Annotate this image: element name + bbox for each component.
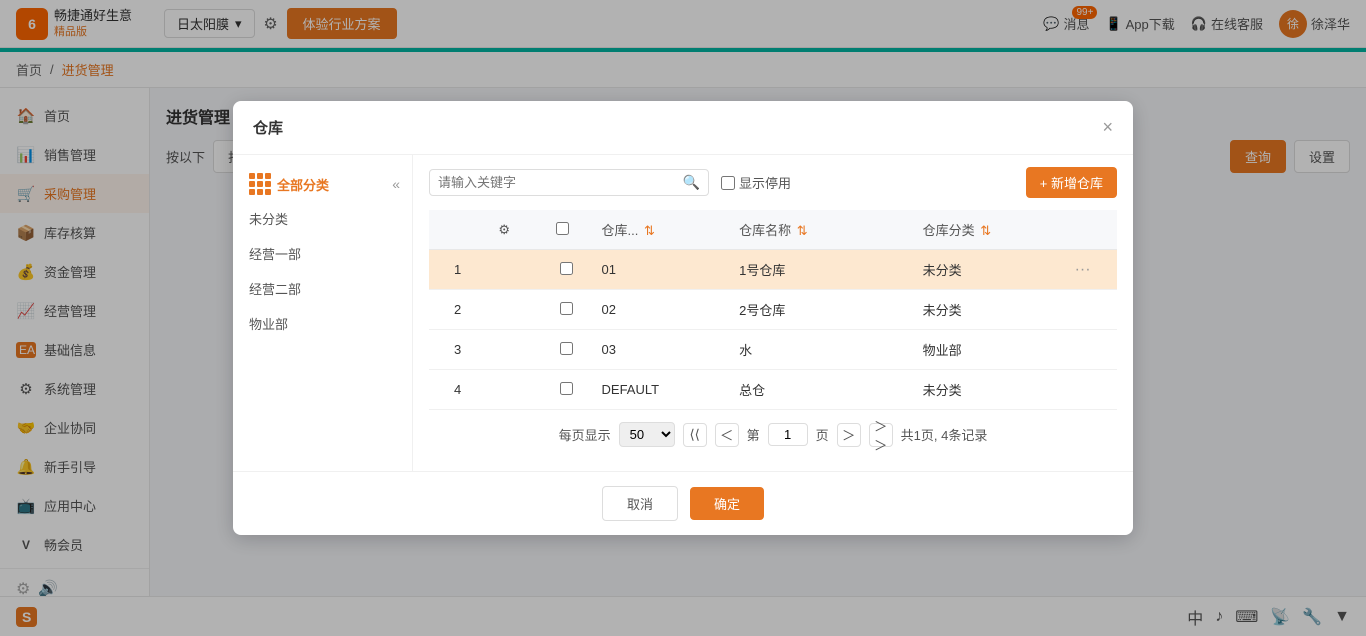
- table-body: 1 01 1号仓库 未分类 ··· 2 02 2号仓库 未分类 3 03 水 物…: [429, 250, 1117, 410]
- cell-action[interactable]: ···: [1048, 250, 1117, 290]
- cell-code: 01: [590, 250, 728, 290]
- category-collapse-button[interactable]: «: [392, 176, 400, 192]
- gear-col-icon: ⚙: [498, 222, 510, 237]
- cell-check[interactable]: [544, 330, 590, 370]
- cell-check[interactable]: [544, 250, 590, 290]
- th-gear: ⚙: [486, 210, 543, 250]
- cell-category: 未分类: [911, 290, 1049, 330]
- modal-header: 仓库 ×: [233, 101, 1133, 155]
- cell-code: 03: [590, 330, 728, 370]
- show-disabled-checkbox[interactable]: [721, 176, 735, 190]
- cell-action[interactable]: [1048, 370, 1117, 410]
- category-dots-icon: [249, 173, 271, 195]
- modal-footer: 取消 确定: [233, 471, 1133, 535]
- first-page-button[interactable]: ⟨⟨: [683, 423, 707, 447]
- category-sidebar: 全部分类 « 未分类 经营一部 经营二部 物业部: [233, 155, 413, 471]
- modal-title: 仓库: [253, 117, 283, 138]
- select-all-checkbox[interactable]: [556, 222, 569, 235]
- th-code[interactable]: 仓库... ⇅: [590, 210, 728, 250]
- th-category[interactable]: 仓库分类 ⇅: [911, 210, 1049, 250]
- last-page-button[interactable]: ＞＞: [869, 423, 893, 447]
- cell-category: 未分类: [911, 370, 1049, 410]
- search-input[interactable]: [438, 175, 683, 190]
- prev-page-button[interactable]: ＜: [715, 423, 739, 447]
- th-check: [544, 210, 590, 250]
- show-disabled-toggle[interactable]: 显示停用: [721, 173, 791, 192]
- cell-name: 2号仓库: [727, 290, 910, 330]
- search-icon: 🔍: [683, 174, 700, 191]
- table-area: 🔍 显示停用 + 新增仓库 ⚙: [413, 155, 1133, 471]
- cell-gear: [486, 370, 543, 410]
- category-item-property[interactable]: 物业部: [233, 306, 412, 341]
- category-item-ops1[interactable]: 经营一部: [233, 236, 412, 271]
- search-box: 🔍: [429, 169, 709, 196]
- table-row[interactable]: 4 DEFAULT 总仓 未分类: [429, 370, 1117, 410]
- cell-category: 物业部: [911, 330, 1049, 370]
- cell-action[interactable]: [1048, 330, 1117, 370]
- cell-seq: 2: [429, 290, 486, 330]
- modal-body: 全部分类 « 未分类 经营一部 经营二部 物业部 🔍: [233, 155, 1133, 471]
- cancel-button[interactable]: 取消: [602, 486, 678, 521]
- cell-name: 1号仓库: [727, 250, 910, 290]
- page-input[interactable]: [768, 423, 808, 446]
- table-row[interactable]: 1 01 1号仓库 未分类 ···: [429, 250, 1117, 290]
- sort-name-icon: ⇅: [797, 223, 808, 238]
- cell-gear: [486, 330, 543, 370]
- category-item-ops2[interactable]: 经营二部: [233, 271, 412, 306]
- th-name[interactable]: 仓库名称 ⇅: [727, 210, 910, 250]
- table-row[interactable]: 2 02 2号仓库 未分类: [429, 290, 1117, 330]
- cell-name: 总仓: [727, 370, 910, 410]
- cell-gear: [486, 250, 543, 290]
- cell-seq: 3: [429, 330, 486, 370]
- sort-cat-icon: ⇅: [980, 223, 991, 238]
- next-page-button[interactable]: ＞: [837, 423, 861, 447]
- th-seq: [429, 210, 486, 250]
- category-title[interactable]: 全部分类: [249, 173, 329, 195]
- cell-check[interactable]: [544, 290, 590, 330]
- cell-action[interactable]: [1048, 290, 1117, 330]
- category-item-unclassified[interactable]: 未分类: [233, 201, 412, 236]
- cell-code: DEFAULT: [590, 370, 728, 410]
- add-warehouse-button[interactable]: + 新增仓库: [1026, 167, 1117, 198]
- cell-seq: 1: [429, 250, 486, 290]
- per-page-select[interactable]: 501020100: [619, 422, 675, 447]
- confirm-button[interactable]: 确定: [690, 487, 764, 520]
- table-header: ⚙ 仓库... ⇅ 仓库名称: [429, 210, 1117, 250]
- modal-overlay[interactable]: 仓库 × 全部分类 « 未分类 经营一部: [0, 0, 1366, 636]
- cell-check[interactable]: [544, 370, 590, 410]
- warehouse-modal: 仓库 × 全部分类 « 未分类 经营一部: [233, 101, 1133, 535]
- sort-code-icon: ⇅: [644, 223, 655, 238]
- table-container: ⚙ 仓库... ⇅ 仓库名称: [429, 210, 1117, 410]
- modal-close-button[interactable]: ×: [1102, 117, 1113, 138]
- cell-gear: [486, 290, 543, 330]
- category-header: 全部分类 «: [233, 167, 412, 201]
- cell-category: 未分类: [911, 250, 1049, 290]
- cell-seq: 4: [429, 370, 486, 410]
- table-toolbar: 🔍 显示停用 + 新增仓库: [429, 167, 1117, 198]
- table-row[interactable]: 3 03 水 物业部: [429, 330, 1117, 370]
- pagination: 每页显示 501020100 ⟨⟨ ＜ 第 页 ＞ ＞＞ 共1页, 4条记录: [429, 410, 1117, 459]
- cell-name: 水: [727, 330, 910, 370]
- cell-code: 02: [590, 290, 728, 330]
- warehouse-table: ⚙ 仓库... ⇅ 仓库名称: [429, 210, 1117, 410]
- th-action: [1048, 210, 1117, 250]
